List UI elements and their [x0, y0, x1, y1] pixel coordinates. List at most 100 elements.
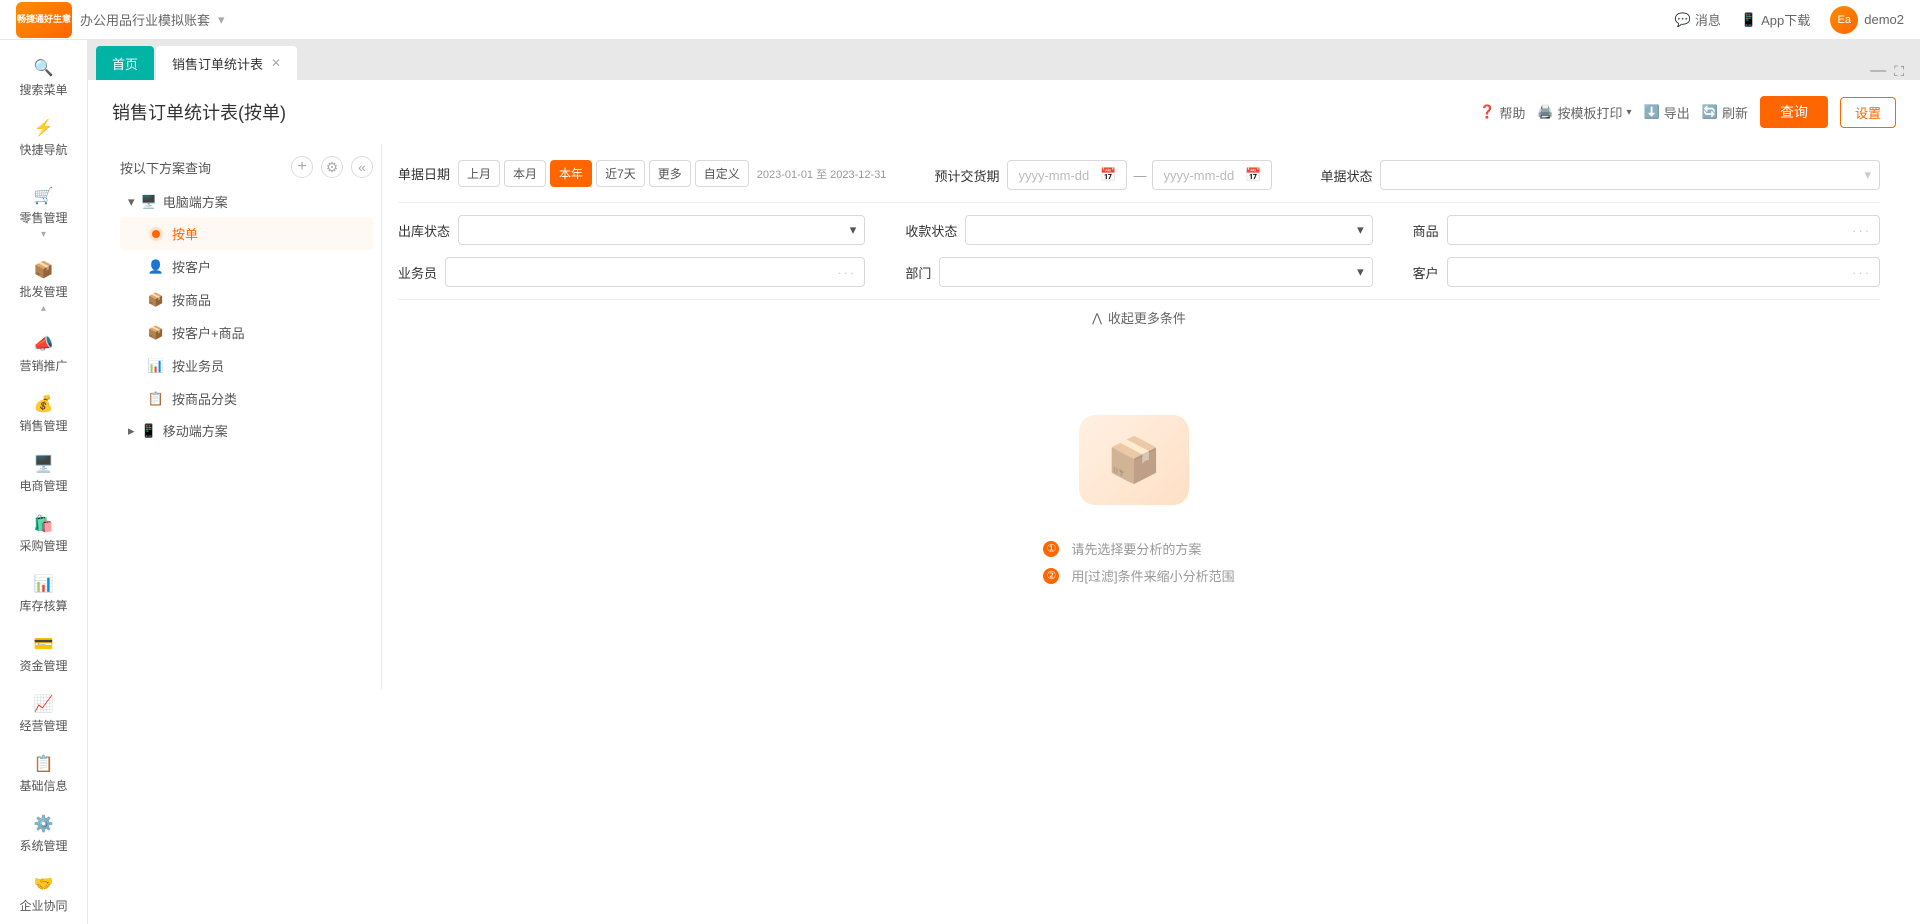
scheme-item-by-product[interactable]: 📦 按商品	[120, 283, 373, 316]
period-btn-last-7-days[interactable]: 近7天	[596, 160, 645, 187]
period-btn-this-year[interactable]: 本年	[550, 160, 592, 187]
payment-select[interactable]: ▾	[965, 215, 1372, 245]
main-layout: 🔍 搜索菜单 ⚡ 快捷导航 🛒 零售管理 ▾ 📦 批发管理 ▴ 📣 营销推广 💰…	[0, 0, 1920, 924]
tab-home[interactable]: 首页	[96, 46, 154, 80]
by-salesperson-label: 按业务员	[172, 356, 224, 375]
wholesale-arrow: ▴	[41, 303, 46, 314]
by-salesperson-icon: 📊	[148, 358, 164, 374]
period-buttons: 上月 本月 本年 近7天 更多 自定义	[458, 160, 749, 187]
scheme-item-by-category[interactable]: 📋 按商品分类	[120, 382, 373, 415]
calendar-end-icon[interactable]: 📅	[1245, 167, 1261, 183]
message-btn[interactable]: 💬 消息	[1675, 10, 1721, 29]
goods-input[interactable]: ···	[1447, 215, 1880, 245]
scheme-item-by-order[interactable]: 按单	[120, 217, 373, 250]
scheme-group-pc-title[interactable]: ▾ 🖥️ 电脑端方案	[120, 186, 373, 217]
pc-group-arrow: ▾	[128, 194, 135, 210]
app-download-btn[interactable]: 📱 App下载	[1741, 10, 1810, 29]
scheme-item-by-customer[interactable]: 👤 按客户	[120, 250, 373, 283]
date-label: 单据日期	[398, 164, 450, 183]
left-panel: 按以下方案查询 + ⚙ « ▾ 🖥️ 电脑端方案	[112, 144, 382, 689]
sidebar-shortcut[interactable]: ⚡ 快捷导航	[0, 108, 87, 168]
tab-sales-order-stat[interactable]: 销售订单统计表 ✕	[156, 46, 297, 80]
left-panel-header: 按以下方案查询 + ⚙ «	[120, 156, 373, 178]
payment-group: 收款状态 ▾	[905, 215, 1372, 245]
collapse-row[interactable]: ⋀ 收起更多条件	[398, 299, 1880, 335]
minimize-icon[interactable]: —	[1870, 62, 1886, 80]
customer-label: 客户	[1413, 263, 1439, 282]
sidebar-item-wholesale[interactable]: 📦 批发管理 ▴	[0, 250, 87, 324]
sidebar-item-enterprise[interactable]: 🤝 企业协同	[0, 864, 87, 924]
sidebar-item-purchase[interactable]: 🛍️ 采购管理	[0, 504, 87, 564]
forecast-start-input[interactable]: yyyy-mm-dd 📅	[1007, 160, 1127, 190]
empty-icon-box: 📦	[1079, 415, 1189, 505]
purchase-icon: 🛍️	[34, 514, 54, 534]
by-customer-icon: 👤	[148, 259, 164, 275]
print-btn[interactable]: 🖨️ 按模板打印 ▾	[1537, 103, 1631, 122]
status-select[interactable]: ▾	[1380, 160, 1880, 190]
collapse-icon: ⋀	[1092, 311, 1102, 325]
tab-sales-label: 销售订单统计表	[172, 54, 263, 73]
department-dropdown-icon: ▾	[1357, 264, 1364, 280]
finance-icon: 💳	[34, 634, 54, 654]
breadcrumb-text: 办公用品行业模拟账套	[80, 10, 210, 29]
top-bar: 畅捷通好生意 办公用品行业模拟账套 ▾ 💬 消息 📱 App下载 Ea demo…	[0, 0, 1920, 40]
by-customer-product-icon: 📦	[148, 325, 164, 341]
period-btn-this-month[interactable]: 本月	[504, 160, 546, 187]
export-btn[interactable]: ⬇️ 导出	[1644, 103, 1690, 122]
sidebar-item-system[interactable]: ⚙️ 系统管理	[0, 804, 87, 864]
add-scheme-btn[interactable]: +	[291, 156, 313, 178]
collapse-label: 收起更多条件	[1108, 308, 1186, 327]
date-range-separator: —	[1133, 168, 1146, 183]
sidebar-item-finance[interactable]: 💳 资金管理	[0, 624, 87, 684]
department-select[interactable]: ▾	[939, 257, 1372, 287]
user-area[interactable]: Ea demo2	[1830, 6, 1904, 34]
edit-scheme-btn[interactable]: ⚙	[321, 156, 343, 178]
user-name: demo2	[1864, 12, 1904, 27]
period-btn-last-month[interactable]: 上月	[458, 160, 500, 187]
refresh-btn[interactable]: 🔄 刷新	[1702, 103, 1748, 122]
salesperson-input[interactable]: ···	[445, 257, 865, 287]
breadcrumb-dropdown-icon[interactable]: ▾	[218, 12, 225, 28]
forecast-end-input[interactable]: yyyy-mm-dd 📅	[1152, 160, 1272, 190]
left-panel-title: 按以下方案查询	[120, 158, 211, 177]
scheme-group-mobile-title[interactable]: ▸ 📱 移动端方案	[120, 415, 373, 446]
delivery-group: 出库状态 ▾	[398, 215, 865, 245]
setting-button[interactable]: 设置	[1840, 97, 1896, 128]
retail-icon: 🛒	[34, 186, 54, 206]
help-btn[interactable]: ❓ 帮助	[1479, 103, 1525, 122]
refresh-icon: 🔄	[1702, 104, 1718, 120]
customer-input[interactable]: ···	[1447, 257, 1880, 287]
sidebar-item-operation[interactable]: 📈 经营管理	[0, 684, 87, 744]
inventory-icon: 📊	[34, 574, 54, 594]
scheme-item-by-salesperson[interactable]: 📊 按业务员	[120, 349, 373, 382]
system-icon: ⚙️	[34, 814, 54, 834]
period-btn-more[interactable]: 更多	[649, 160, 691, 187]
goods-dots-icon: ···	[1852, 223, 1871, 238]
delivery-select[interactable]: ▾	[458, 215, 865, 245]
scheme-item-by-customer-product[interactable]: 📦 按客户+商品	[120, 316, 373, 349]
tab-home-label: 首页	[112, 54, 138, 73]
department-group: 部门 ▾	[905, 257, 1372, 287]
sidebar-item-ecommerce[interactable]: 🖥️ 电商管理	[0, 444, 87, 504]
tip2-num: ②	[1043, 568, 1059, 584]
collapse-panel-btn[interactable]: «	[351, 156, 373, 178]
sidebar-item-inventory[interactable]: 📊 库存核算	[0, 564, 87, 624]
by-order-label: 按单	[172, 224, 198, 243]
app-logo: 畅捷通好生意	[16, 2, 72, 38]
customer-group: 客户 ···	[1413, 257, 1880, 287]
sidebar-item-sales[interactable]: 💰 销售管理	[0, 384, 87, 444]
status-label: 单据状态	[1320, 166, 1372, 185]
empty-illustration: 📦	[1079, 415, 1199, 515]
status-group: 单据状态 ▾	[1320, 160, 1880, 190]
sidebar-item-marketing[interactable]: 📣 营销推广	[0, 324, 87, 384]
sidebar-item-basic[interactable]: 📋 基础信息	[0, 744, 87, 804]
calendar-start-icon[interactable]: 📅	[1100, 167, 1116, 183]
sidebar-search[interactable]: 🔍 搜索菜单	[0, 48, 87, 108]
maximize-icon[interactable]: ⛶	[1894, 63, 1904, 80]
period-btn-custom[interactable]: 自定义	[695, 160, 749, 187]
tab-close-icon[interactable]: ✕	[271, 56, 281, 70]
query-button[interactable]: 查询	[1760, 96, 1828, 128]
date-range-display: 2023-01-01 至 2023-12-31	[757, 166, 887, 182]
sidebar-item-retail[interactable]: 🛒 零售管理 ▾	[0, 176, 87, 250]
page-actions: ❓ 帮助 🖨️ 按模板打印 ▾ ⬇️ 导出 🔄 刷新	[1479, 96, 1896, 128]
